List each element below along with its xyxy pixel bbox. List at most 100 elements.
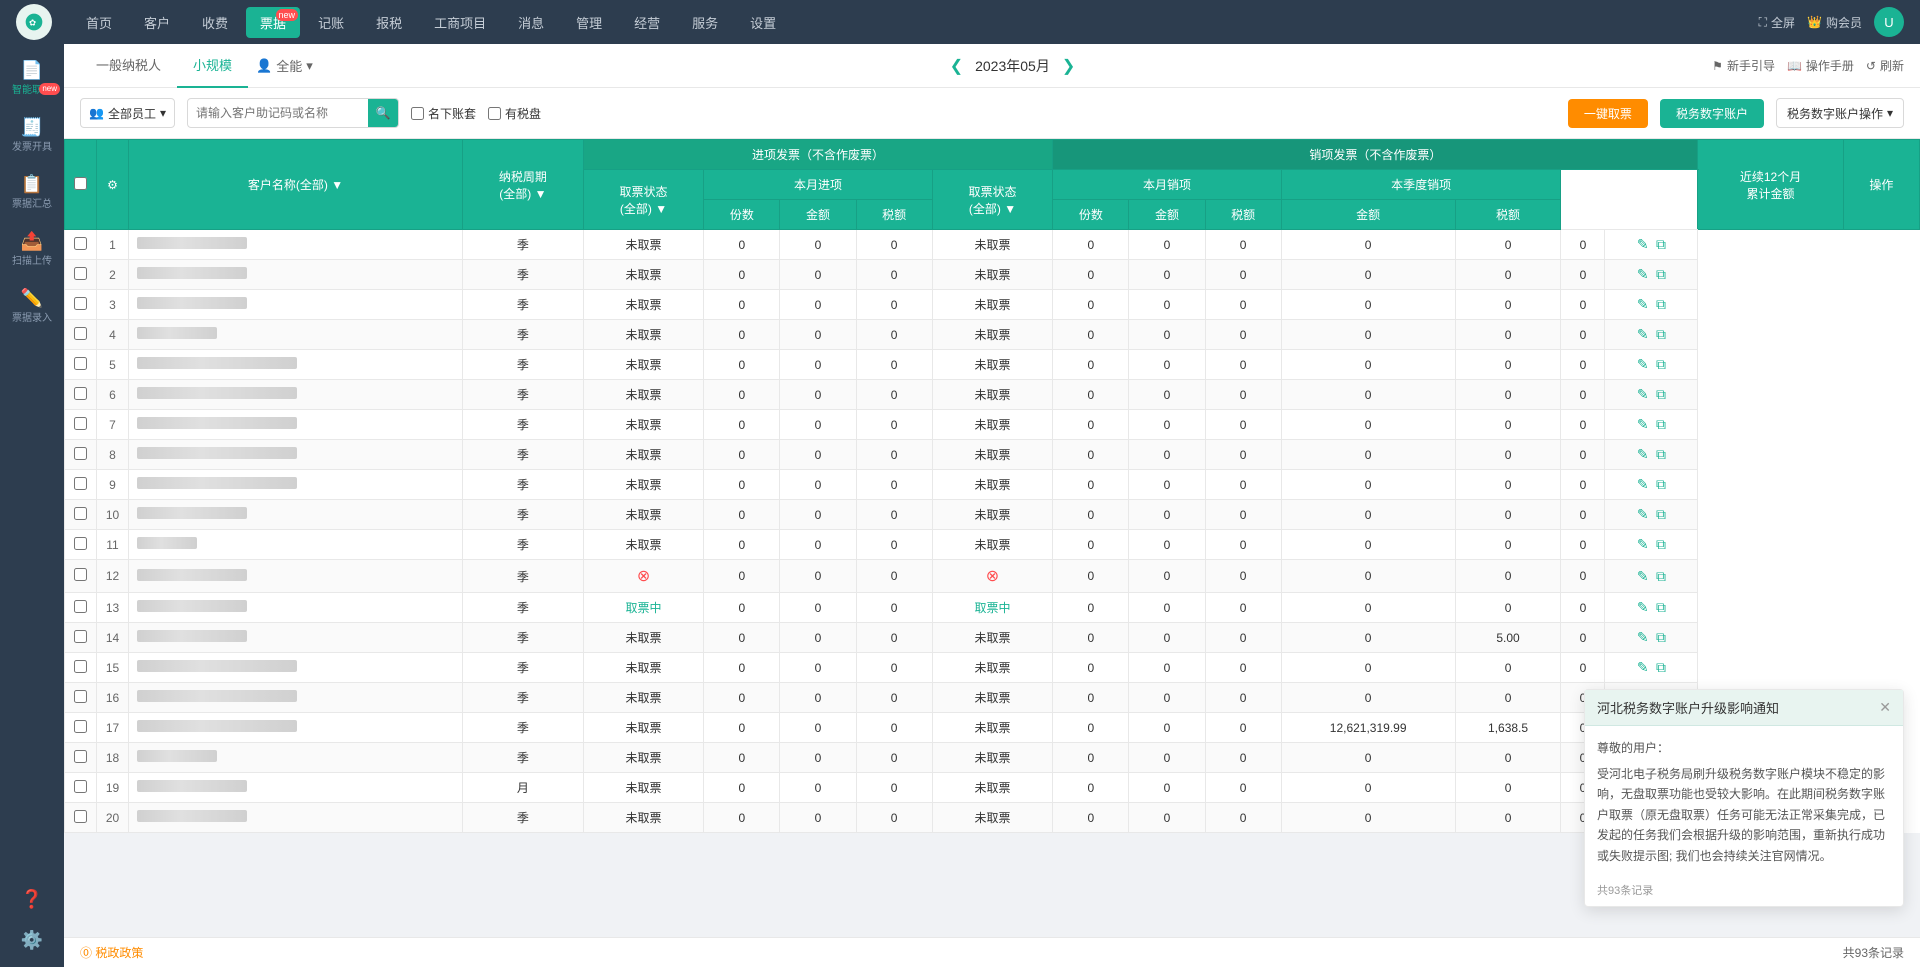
row-checkbox[interactable] (74, 267, 87, 280)
row-checkbox[interactable] (74, 630, 87, 643)
nav-home[interactable]: 首页 (72, 7, 126, 38)
member-btn[interactable]: 👑 购会员 (1807, 14, 1862, 31)
row-out-amount: 0 (1129, 380, 1205, 410)
edit-icon[interactable]: ✎ (1637, 629, 1649, 645)
nav-customer[interactable]: 客户 (130, 7, 184, 38)
edit-icon[interactable]: ✎ (1637, 599, 1649, 615)
row-checkbox[interactable] (74, 237, 87, 250)
edit-icon[interactable]: ✎ (1637, 326, 1649, 342)
row-checkbox[interactable] (74, 690, 87, 703)
row-checkbox[interactable] (74, 568, 87, 581)
row-checkbox[interactable] (74, 297, 87, 310)
edit-icon[interactable]: ✎ (1637, 536, 1649, 552)
copy-icon[interactable]: ⧉ (1656, 599, 1666, 615)
employee-select[interactable]: 👥 全部员工 ▾ (80, 98, 175, 128)
account-checkbox-input[interactable] (411, 107, 424, 120)
nav-bookkeeping[interactable]: 记账 (304, 7, 358, 38)
edit-icon[interactable]: ✎ (1637, 659, 1649, 675)
row-checkbox[interactable] (74, 357, 87, 370)
tab-small-scale[interactable]: 小规模 (177, 44, 248, 88)
manual-btn[interactable]: 📖 操作手册 (1787, 57, 1854, 74)
period-next-btn[interactable]: ❯ (1062, 56, 1075, 76)
period-prev-btn[interactable]: ❮ (950, 56, 963, 76)
nav-service[interactable]: 服务 (678, 7, 732, 38)
row-checkbox[interactable] (74, 507, 87, 520)
row-checkbox[interactable] (74, 720, 87, 733)
search-button[interactable]: 🔍 (368, 98, 398, 128)
row-checkbox[interactable] (74, 417, 87, 430)
row-checkbox[interactable] (74, 387, 87, 400)
copy-icon[interactable]: ⧉ (1656, 416, 1666, 432)
row-in-count: 0 (704, 653, 780, 683)
tab-all[interactable]: 👤 全能 ▾ (256, 56, 313, 75)
copy-icon[interactable]: ⧉ (1656, 446, 1666, 462)
row-checkbox[interactable] (74, 810, 87, 823)
copy-icon[interactable]: ⧉ (1656, 386, 1666, 402)
notification-close-btn[interactable]: ✕ (1879, 699, 1891, 716)
nav-business[interactable]: 工商项目 (420, 7, 500, 38)
nav-message[interactable]: 消息 (504, 7, 558, 38)
sidebar-item-entry[interactable]: ✏️ 票据录入 (4, 280, 60, 333)
user-avatar[interactable]: U (1874, 7, 1904, 37)
copy-icon[interactable]: ⧉ (1656, 568, 1666, 584)
sidebar-item-help[interactable]: ❓ (4, 881, 60, 918)
sidebar-item-invoice-issue[interactable]: 🧾 发票开具 (4, 109, 60, 162)
nav-tax[interactable]: 报税 (362, 7, 416, 38)
nav-manage[interactable]: 管理 (562, 7, 616, 38)
edit-icon[interactable]: ✎ (1637, 446, 1649, 462)
copy-icon[interactable]: ⧉ (1656, 296, 1666, 312)
row-checkbox[interactable] (74, 780, 87, 793)
tab-general-taxpayer[interactable]: 一般纳税人 (80, 44, 177, 88)
row-checkbox[interactable] (74, 327, 87, 340)
copy-icon[interactable]: ⧉ (1656, 506, 1666, 522)
edit-icon[interactable]: ✎ (1637, 386, 1649, 402)
sidebar-item-scan[interactable]: 📤 扫描上传 (4, 223, 60, 276)
taxdisk-checkbox-input[interactable] (488, 107, 501, 120)
row-in-count: 0 (704, 290, 780, 320)
digital-account-btn[interactable]: 税务数字账户 (1660, 99, 1764, 128)
edit-icon[interactable]: ✎ (1637, 236, 1649, 252)
copy-icon[interactable]: ⧉ (1656, 266, 1666, 282)
tax-policy-link[interactable]: ⓪ 税政政策 (80, 944, 143, 961)
copy-icon[interactable]: ⧉ (1656, 659, 1666, 675)
search-input[interactable] (188, 106, 368, 120)
one-click-fetch-btn[interactable]: 一键取票 (1568, 99, 1648, 128)
edit-icon[interactable]: ✎ (1637, 506, 1649, 522)
copy-icon[interactable]: ⧉ (1656, 356, 1666, 372)
sidebar-item-smart-fetch[interactable]: 📄 智能取票 new (4, 52, 60, 105)
row-checkbox[interactable] (74, 750, 87, 763)
digital-ops-btn[interactable]: 税务数字账户操作 ▾ (1776, 98, 1904, 128)
copy-icon[interactable]: ⧉ (1656, 236, 1666, 252)
row-quarter-tax: 0 (1455, 743, 1561, 773)
row-period: 季 (463, 320, 584, 350)
row-checkbox[interactable] (74, 447, 87, 460)
edit-icon[interactable]: ✎ (1637, 296, 1649, 312)
edit-icon[interactable]: ✎ (1637, 356, 1649, 372)
table-row: 5 季 未取票 0 0 0 未取票 0 0 0 0 0 0 ✎ ⧉ (65, 350, 1920, 380)
nav-invoice[interactable]: 票据 new (246, 7, 300, 38)
nav-settings[interactable]: 设置 (736, 7, 790, 38)
copy-icon[interactable]: ⧉ (1656, 326, 1666, 342)
edit-icon[interactable]: ✎ (1637, 266, 1649, 282)
select-all-checkbox[interactable] (74, 177, 87, 190)
row-checkbox[interactable] (74, 660, 87, 673)
nav-operation[interactable]: 经营 (620, 7, 674, 38)
row-checkbox[interactable] (74, 600, 87, 613)
fullscreen-btn[interactable]: ⛶ 全屏 (1759, 14, 1795, 31)
edit-icon[interactable]: ✎ (1637, 476, 1649, 492)
row-checkbox[interactable] (74, 537, 87, 550)
checkbox-taxdisk[interactable]: 有税盘 (488, 105, 541, 122)
nav-fee[interactable]: 收费 (188, 7, 242, 38)
sidebar-item-settings[interactable]: ⚙️ (4, 922, 60, 959)
copy-icon[interactable]: ⧉ (1656, 536, 1666, 552)
row-checkbox[interactable] (74, 477, 87, 490)
copy-icon[interactable]: ⧉ (1656, 629, 1666, 645)
refresh-btn[interactable]: ↺ 刷新 (1866, 57, 1904, 74)
sidebar-item-summary[interactable]: 📋 票据汇总 (4, 166, 60, 219)
guide-btn[interactable]: ⚑ 新手引导 (1712, 57, 1775, 74)
checkbox-account[interactable]: 名下账套 (411, 105, 476, 122)
edit-icon[interactable]: ✎ (1637, 416, 1649, 432)
copy-icon[interactable]: ⧉ (1656, 476, 1666, 492)
logo[interactable]: ✿ (16, 4, 52, 40)
edit-icon[interactable]: ✎ (1637, 568, 1649, 584)
